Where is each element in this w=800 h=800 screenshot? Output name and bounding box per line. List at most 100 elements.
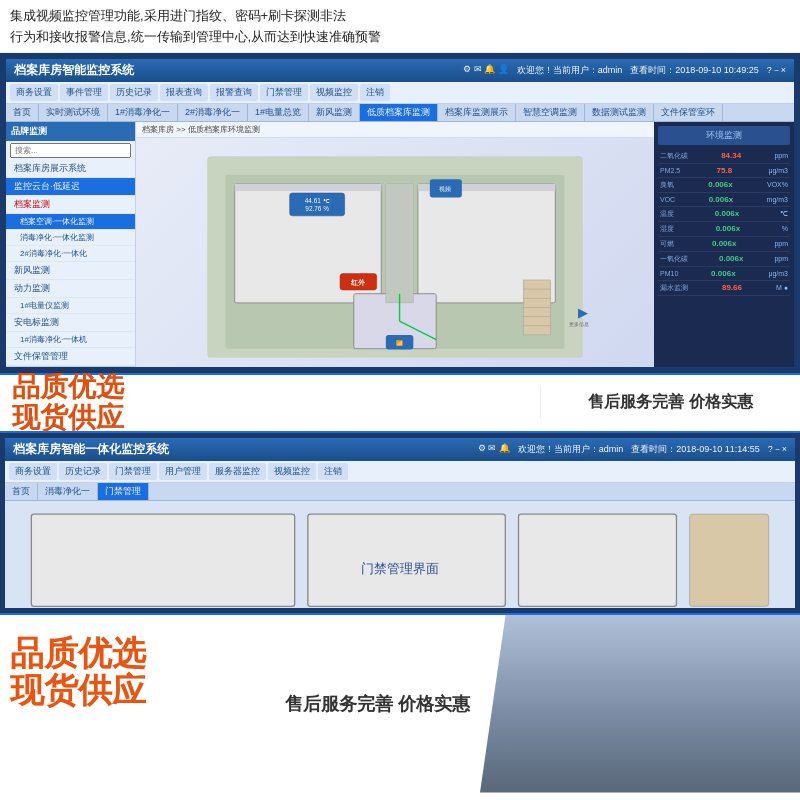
nav2-tab-3[interactable]: 2#消毒净化一 (178, 104, 248, 121)
svg-rect-28 (31, 514, 294, 606)
m2-nav-tab-1[interactable]: 历史记录 (59, 463, 107, 480)
nav2-tab-2[interactable]: 1#消毒净化一 (108, 104, 178, 121)
nav2-tab-1[interactable]: 实时测试环境 (39, 104, 108, 121)
env-row-0: 二氧化碳 84.34 ppm (658, 149, 790, 164)
top-text-section: 集成视频监控管理功能,采用进门指纹、密码+刷卡探测非法 行为和接收报警信息,统一… (0, 0, 800, 53)
sidebar-item-4[interactable]: 动力监测 (6, 280, 135, 298)
monitor-1-inner: 档案库房智能监控系统 ⚙ ✉ 🔔 👤 欢迎您！当前用户：admin 查看时间：2… (6, 59, 794, 367)
nav-tab-5[interactable]: 门禁管理 (260, 84, 308, 101)
env-value-8: 0.006x (711, 269, 735, 278)
m2-nav2-2[interactable]: 门禁管理 (98, 483, 149, 500)
monitor1-main-content: 品牌监测 档案库房展示系统 监控云台·低延迟 档案监测 档案空调·一体化监测 消… (6, 122, 794, 367)
monitor1-second-nav: 首页 实时测试环境 1#消毒净化一 2#消毒净化一 1#电量总览 新风监测 低质… (6, 104, 794, 122)
env-label-7: 一氧化碳 (660, 254, 688, 264)
env-unit-9: M ● (776, 284, 788, 291)
m2-nav2-1[interactable]: 消毒净化一 (38, 483, 98, 500)
monitor1-sidebar: 品牌监测 档案库房展示系统 监控云台·低延迟 档案监测 档案空调·一体化监测 消… (6, 122, 136, 367)
svg-text:▶: ▶ (578, 304, 588, 319)
top-line2: 行为和接收报警信息,统一传输到管理中心,从而达到快速准确预警 (10, 27, 790, 48)
svg-text:44.61 ℃: 44.61 ℃ (305, 197, 330, 204)
env-row-7: 一氧化碳 0.006x ppm (658, 252, 790, 267)
env-value-4: 0.006x (715, 209, 739, 218)
monitor-1: 档案库房智能监控系统 ⚙ ✉ 🔔 👤 欢迎您！当前用户：admin 查看时间：2… (0, 53, 800, 373)
sidebar-search[interactable] (10, 143, 131, 158)
sidebar-item-6[interactable]: 文件保管管理 (6, 348, 135, 366)
env-value-1: 75.8 (717, 166, 733, 175)
env-unit-8: μg/m3 (768, 270, 788, 277)
monitor1-icons: ⚙ ✉ 🔔 👤 (463, 64, 509, 77)
svg-text:92.76 %: 92.76 % (305, 205, 329, 212)
monitor2-close-icon[interactable]: ?－× (768, 443, 787, 456)
env-unit-6: ppm (774, 240, 788, 247)
monitor2-user: 欢迎您！当前用户：admin (518, 443, 624, 456)
sidebar-sub-2[interactable]: 2#消毒净化·一体化 (6, 246, 135, 262)
env-row-9: 漏水监测 89.66 M ● (658, 281, 790, 296)
nav2-tab-4[interactable]: 1#电量总览 (248, 104, 309, 121)
env-unit-5: % (782, 225, 788, 232)
env-value-9: 89.66 (722, 283, 742, 292)
svg-text:📶: 📶 (396, 339, 403, 347)
nav-tab-6[interactable]: 视频监控 (310, 84, 358, 101)
sidebar-sub-3[interactable]: 1#电量仪监测 (6, 298, 135, 314)
bottom-text-left: 品质优选 现货供应 (10, 635, 146, 710)
m2-nav-tab-4[interactable]: 服务器监控 (209, 463, 266, 480)
nav-tab-7[interactable]: 注销 (360, 84, 390, 101)
sidebar-item-1[interactable]: 监控云台·低延迟 (6, 178, 135, 196)
env-panel-title: 环境监测 (658, 126, 790, 145)
sidebar-item-5[interactable]: 安电标监测 (6, 314, 135, 332)
monitor1-title: 档案库房智能监控系统 (14, 62, 134, 79)
env-row-3: VOC 0.006x mg/m3 (658, 193, 790, 207)
middle-banner-left: 品质优选 现货供应 (0, 366, 540, 440)
sidebar-item-2[interactable]: 档案监测 (6, 196, 135, 214)
nav2-tab-9[interactable]: 数据测试监测 (585, 104, 654, 121)
env-value-6: 0.006x (712, 239, 736, 248)
monitor-2-inner: 档案库房智能一体化监控系统 ⚙ ✉ 🔔 欢迎您！当前用户：admin 查看时间：… (5, 438, 795, 608)
sidebar-sub-0[interactable]: 档案空调·一体化监测 (6, 214, 135, 230)
env-unit-3: mg/m3 (767, 196, 788, 203)
monitor2-title: 档案库房智能一体化监控系统 (13, 441, 169, 458)
m2-nav2-0[interactable]: 首页 (5, 483, 38, 500)
nav-tab-0[interactable]: 商务设置 (10, 84, 58, 101)
env-value-3: 0.006x (709, 195, 733, 204)
nav2-tab-0[interactable]: 首页 (6, 104, 39, 121)
svg-text:更多信息: 更多信息 (569, 320, 589, 326)
env-label-1: PM2.5 (660, 167, 680, 174)
nav2-tab-5[interactable]: 新风监测 (309, 104, 360, 121)
factory-image (480, 615, 800, 793)
monitor2-title-bar: 档案库房智能一体化监控系统 ⚙ ✉ 🔔 欢迎您！当前用户：admin 查看时间：… (5, 438, 795, 461)
env-label-0: 二氧化碳 (660, 151, 688, 161)
m2-nav-tab-3[interactable]: 用户管理 (159, 463, 207, 480)
monitor2-second-nav: 首页 消毒净化一 门禁管理 (5, 483, 795, 501)
nav2-tab-6[interactable]: 低质档案库监测 (360, 104, 438, 121)
sidebar-item-0[interactable]: 档案库房展示系统 (6, 160, 135, 178)
env-row-8: PM10 0.006x μg/m3 (658, 267, 790, 281)
middle-banner-right: 售后服务完善 价格实惠 (540, 386, 800, 419)
nav-tab-4[interactable]: 报警查询 (210, 84, 258, 101)
env-value-5: 0.006x (716, 224, 740, 233)
sidebar-item-3[interactable]: 新风监测 (6, 262, 135, 280)
m2-nav-tab-2[interactable]: 门禁管理 (109, 463, 157, 480)
svg-rect-29 (308, 514, 505, 606)
sidebar-sub-4[interactable]: 1#消毒净化·一体机 (6, 332, 135, 348)
monitor1-close-icon[interactable]: ?－× (767, 64, 786, 77)
env-unit-4: ℃ (780, 210, 788, 218)
m2-nav-tab-0[interactable]: 商务设置 (9, 463, 57, 480)
monitor1-header-right: ⚙ ✉ 🔔 👤 欢迎您！当前用户：admin 查看时间：2018-09-10 1… (463, 64, 786, 77)
monitor-2: 档案库房智能一体化监控系统 ⚙ ✉ 🔔 欢迎您！当前用户：admin 查看时间：… (0, 433, 800, 613)
monitor2-icons: ⚙ ✉ 🔔 (478, 443, 510, 456)
nav-tab-1[interactable]: 事件管理 (60, 84, 108, 101)
nav2-tab-10[interactable]: 文件保管室环 (654, 104, 723, 121)
nav-tab-2[interactable]: 历史记录 (110, 84, 158, 101)
nav2-tab-7[interactable]: 档案库监测展示 (438, 104, 516, 121)
m2-nav-tab-6[interactable]: 注销 (318, 463, 348, 480)
env-row-2: 臭氧 0.006x VOX% (658, 178, 790, 193)
sidebar-section-nav: 品牌监测 档案库房展示系统 监控云台·低延迟 档案监测 档案空调·一体化监测 消… (6, 122, 135, 367)
m2-nav-tab-5[interactable]: 视频监控 (268, 463, 316, 480)
monitor1-title-bar: 档案库房智能监控系统 ⚙ ✉ 🔔 👤 欢迎您！当前用户：admin 查看时间：2… (6, 59, 794, 82)
sidebar-sub-1[interactable]: 消毒净化·一体化监测 (6, 230, 135, 246)
svg-text:红外: 红外 (350, 277, 366, 286)
env-panel: 环境监测 二氧化碳 84.34 ppm PM2.5 75.8 μg/m3 臭氧 … (654, 122, 794, 367)
env-label-3: VOC (660, 196, 675, 203)
nav2-tab-8[interactable]: 智慧空调监测 (516, 104, 585, 121)
nav-tab-3[interactable]: 报表查询 (160, 84, 208, 101)
